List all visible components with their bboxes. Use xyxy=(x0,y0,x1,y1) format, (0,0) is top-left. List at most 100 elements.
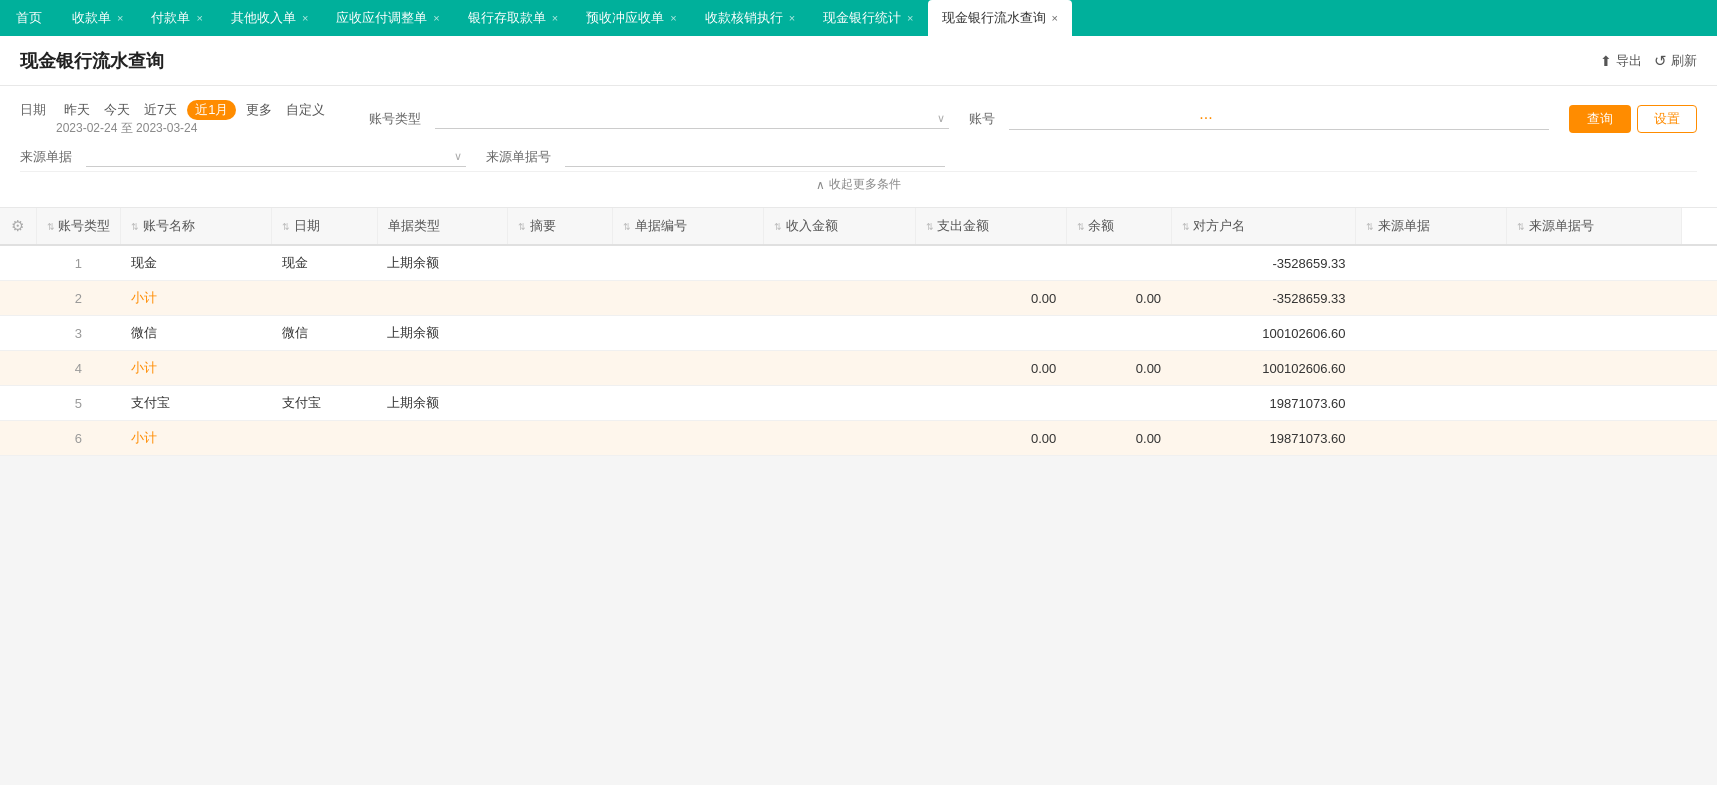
row-number: 4 xyxy=(36,351,121,386)
header-actions: ⬆ 导出 ↺ 刷新 xyxy=(1600,52,1697,70)
date-range-display: 2023-02-24 至 2023-03-24 xyxy=(56,120,197,137)
close-tab-1-icon[interactable]: × xyxy=(196,0,202,36)
account-label: 账号 xyxy=(969,110,995,128)
cell-voucher-no xyxy=(764,421,915,456)
shortcut-yesterday[interactable]: 昨天 xyxy=(60,100,94,120)
th-date[interactable]: ⇅ 日期 xyxy=(272,208,377,245)
shortcut-1month[interactable]: 近1月 xyxy=(187,100,236,120)
nav-tab-0[interactable]: 收款单 × xyxy=(58,0,137,36)
th-expense[interactable]: ⇅ 支出金额 xyxy=(915,208,1066,245)
export-button[interactable]: ⬆ 导出 xyxy=(1600,52,1642,70)
cell-source-voucher-no xyxy=(1681,316,1717,351)
nav-tab-3[interactable]: 应收应付调整单 × xyxy=(322,0,453,36)
close-tab-0-icon[interactable]: × xyxy=(117,0,123,36)
cell-account-name xyxy=(272,421,377,456)
th-source-voucher-no[interactable]: ⇅ 来源单据号 xyxy=(1507,208,1681,245)
cell-source-voucher-no xyxy=(1681,386,1717,421)
cell-source-voucher xyxy=(1507,281,1681,316)
close-tab-4-icon[interactable]: × xyxy=(552,0,558,36)
shortcut-today[interactable]: 今天 xyxy=(100,100,134,120)
cell-summary xyxy=(613,351,764,386)
nav-tab-8[interactable]: 现金银行流水查询 × xyxy=(928,0,1072,36)
cell-balance: -3528659.33 xyxy=(1171,245,1355,281)
cell-voucher-type xyxy=(508,351,613,386)
source-voucher-no-input[interactable] xyxy=(569,149,929,164)
table-row: 2小计0.000.00-3528659.33 xyxy=(0,281,1717,316)
nav-tab-5[interactable]: 预收冲应收单 × xyxy=(572,0,690,36)
refresh-button[interactable]: ↺ 刷新 xyxy=(1654,52,1697,70)
cell-balance: 19871073.60 xyxy=(1171,386,1355,421)
nav-home[interactable]: 首页 xyxy=(0,0,58,36)
table-row: 3微信微信上期余额100102606.60 xyxy=(0,316,1717,351)
account-input[interactable] xyxy=(1013,111,1193,126)
cell-date: 上期余额 xyxy=(377,316,507,351)
cell-expense: 0.00 xyxy=(1066,421,1171,456)
cell-voucher-type xyxy=(508,245,613,281)
cell-voucher-no xyxy=(764,351,915,386)
cell-account-type: 小计 xyxy=(121,421,272,456)
cell-counterpart xyxy=(1355,421,1506,456)
cell-balance: 100102606.60 xyxy=(1171,351,1355,386)
cell-source-voucher-no xyxy=(1681,245,1717,281)
th-counterpart[interactable]: ⇅ 对方户名 xyxy=(1171,208,1355,245)
cell-source-voucher-no xyxy=(1681,351,1717,386)
nav-tab-7[interactable]: 现金银行统计 × xyxy=(809,0,927,36)
table-row: 1现金现金上期余额-3528659.33 xyxy=(0,245,1717,281)
source-voucher-no-input-wrap xyxy=(565,147,945,167)
close-tab-5-icon[interactable]: × xyxy=(670,0,676,36)
query-button[interactable]: 查询 xyxy=(1569,105,1631,133)
row-gear-cell xyxy=(0,316,36,351)
cell-summary xyxy=(613,281,764,316)
th-account-type[interactable]: ⇅ 账号类型 xyxy=(36,208,121,245)
cell-expense xyxy=(1066,316,1171,351)
th-voucher-no[interactable]: ⇅ 单据编号 xyxy=(613,208,764,245)
column-settings-icon[interactable]: ⚙ xyxy=(11,217,24,234)
cell-balance: -3528659.33 xyxy=(1171,281,1355,316)
nav-tab-4[interactable]: 银行存取款单 × xyxy=(454,0,572,36)
cell-counterpart xyxy=(1355,386,1506,421)
cell-expense xyxy=(1066,386,1171,421)
th-balance[interactable]: ⇅ 余额 xyxy=(1066,208,1171,245)
nav-tab-1[interactable]: 付款单 × xyxy=(137,0,216,36)
th-income[interactable]: ⇅ 收入金额 xyxy=(764,208,915,245)
cell-source-voucher xyxy=(1507,245,1681,281)
shortcut-7days[interactable]: 近7天 xyxy=(140,100,181,120)
source-voucher-chevron: ∨ xyxy=(454,150,462,163)
shortcut-more[interactable]: 更多 xyxy=(242,100,276,120)
cell-income: 0.00 xyxy=(915,281,1066,316)
collapse-up-icon: ∧ xyxy=(816,178,825,192)
close-tab-6-icon[interactable]: × xyxy=(789,0,795,36)
th-voucher-type[interactable]: 单据类型 xyxy=(377,208,507,245)
th-source-voucher[interactable]: ⇅ 来源单据 xyxy=(1355,208,1506,245)
cell-counterpart xyxy=(1355,316,1506,351)
row-gear-cell xyxy=(0,386,36,421)
account-dots-button[interactable]: ··· xyxy=(1193,109,1218,127)
cell-source-voucher xyxy=(1507,386,1681,421)
cell-source-voucher xyxy=(1507,351,1681,386)
shortcut-custom[interactable]: 自定义 xyxy=(282,100,329,120)
account-type-label: 账号类型 xyxy=(369,110,421,128)
row-number: 3 xyxy=(36,316,121,351)
th-summary[interactable]: ⇅ 摘要 xyxy=(508,208,613,245)
source-voucher-select[interactable]: ∨ xyxy=(86,147,466,167)
settings-button[interactable]: 设置 xyxy=(1637,105,1697,133)
cell-account-type: 现金 xyxy=(121,245,272,281)
row-gear-cell xyxy=(0,281,36,316)
date-label: 日期 xyxy=(20,101,46,119)
account-type-select[interactable]: ∨ xyxy=(435,109,949,129)
nav-tab-6[interactable]: 收款核销执行 × xyxy=(691,0,809,36)
cell-expense: 0.00 xyxy=(1066,351,1171,386)
cell-counterpart xyxy=(1355,245,1506,281)
collapse-button[interactable]: ∧ 收起更多条件 xyxy=(20,171,1697,197)
cell-voucher-type xyxy=(508,386,613,421)
close-tab-3-icon[interactable]: × xyxy=(433,0,439,36)
cell-account-type: 小计 xyxy=(121,281,272,316)
data-table: ⚙ ⇅ 账号类型 ⇅ 账号名称 ⇅ 日期 单据类型 xyxy=(0,208,1717,456)
th-account-name[interactable]: ⇅ 账号名称 xyxy=(121,208,272,245)
close-tab-2-icon[interactable]: × xyxy=(302,0,308,36)
cell-account-type: 小计 xyxy=(121,351,272,386)
nav-tab-2[interactable]: 其他收入单 × xyxy=(217,0,322,36)
cell-date xyxy=(377,281,507,316)
close-tab-7-icon[interactable]: × xyxy=(907,0,913,36)
close-tab-8-icon[interactable]: × xyxy=(1052,0,1058,36)
